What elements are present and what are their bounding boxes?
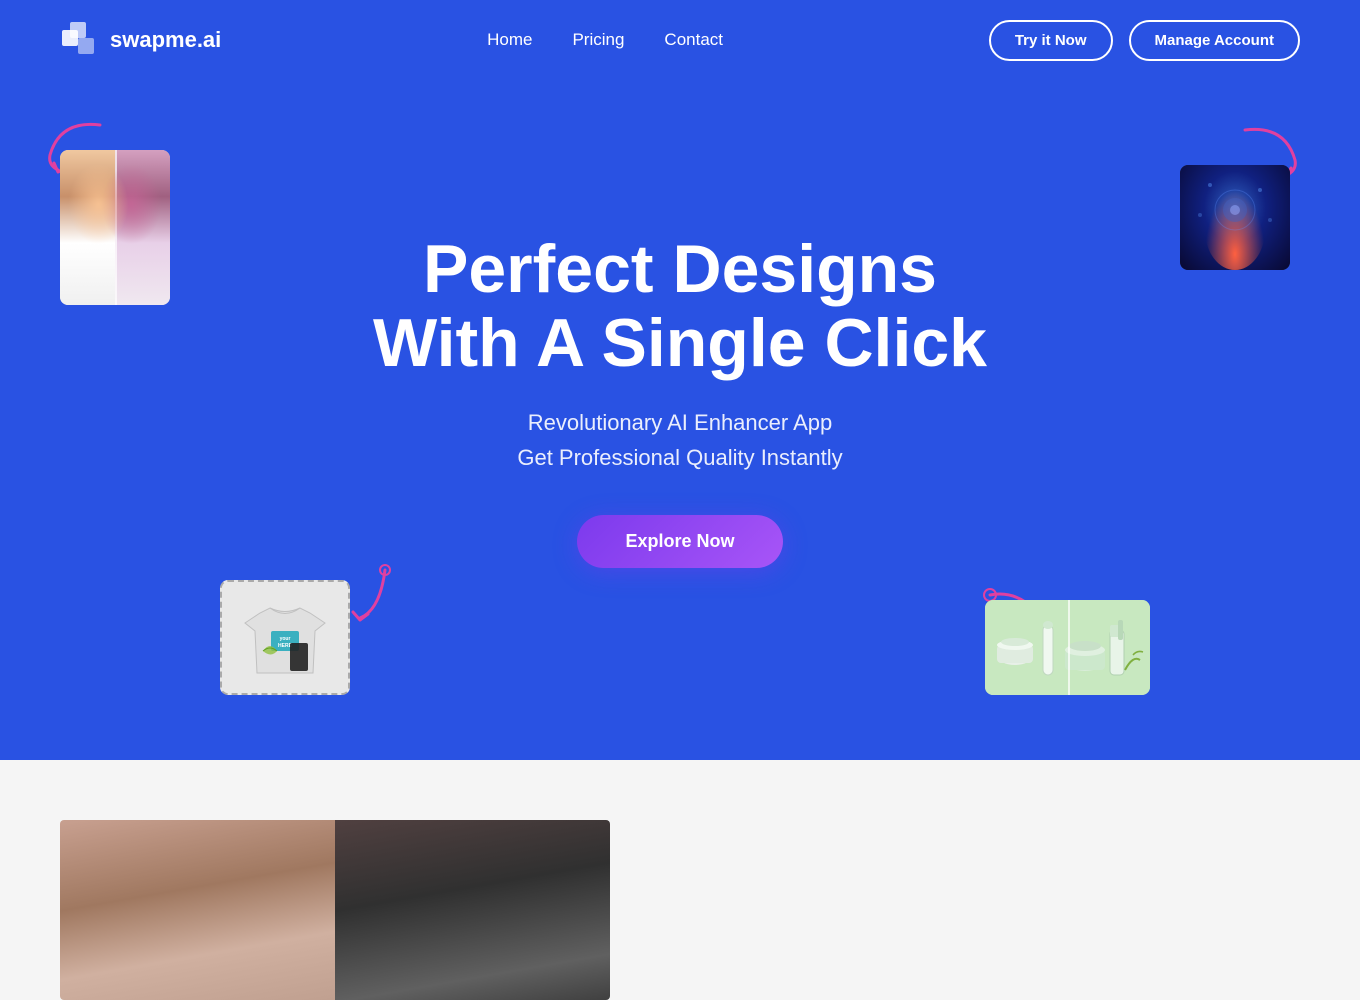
tshirt-image: your HERE (220, 580, 350, 695)
scifi-image (1180, 165, 1290, 270)
manage-account-button[interactable]: Manage Account (1129, 20, 1300, 61)
logo-icon (60, 20, 100, 60)
navbar: swapme.ai Home Pricing Contact Try it No… (0, 0, 1360, 80)
logo[interactable]: swapme.ai (60, 20, 221, 60)
face-image (60, 150, 170, 305)
nav-link-contact[interactable]: Contact (664, 30, 723, 49)
nav-item-contact[interactable]: Contact (664, 30, 723, 50)
below-split-image (60, 820, 610, 1000)
tshirt-svg: your HERE (235, 593, 335, 683)
nav-link-home[interactable]: Home (487, 30, 532, 49)
nav-link-pricing[interactable]: Pricing (572, 30, 624, 49)
hero-section: Perfect Designs With A Single Click Revo… (0, 0, 1360, 760)
nav-item-home[interactable]: Home (487, 30, 532, 50)
svg-text:your: your (280, 636, 291, 642)
nav-links: Home Pricing Contact (487, 30, 723, 50)
nav-buttons: Try it Now Manage Account (989, 20, 1300, 61)
try-it-now-button[interactable]: Try it Now (989, 20, 1113, 61)
hero-title: Perfect Designs With A Single Click (373, 232, 987, 382)
split-image-right (335, 820, 610, 1000)
split-image-left (60, 820, 335, 1000)
below-hero-section (0, 760, 1360, 1000)
explore-now-button[interactable]: Explore Now (577, 515, 782, 568)
face-detail (60, 150, 170, 305)
scifi-overlay (1180, 165, 1290, 270)
cosmetics-divider (1068, 600, 1070, 695)
cosmetics-image (985, 600, 1150, 695)
logo-text: swapme.ai (110, 27, 221, 53)
hero-subtitle: Revolutionary AI Enhancer App Get Profes… (517, 405, 842, 475)
nav-item-pricing[interactable]: Pricing (572, 30, 624, 50)
